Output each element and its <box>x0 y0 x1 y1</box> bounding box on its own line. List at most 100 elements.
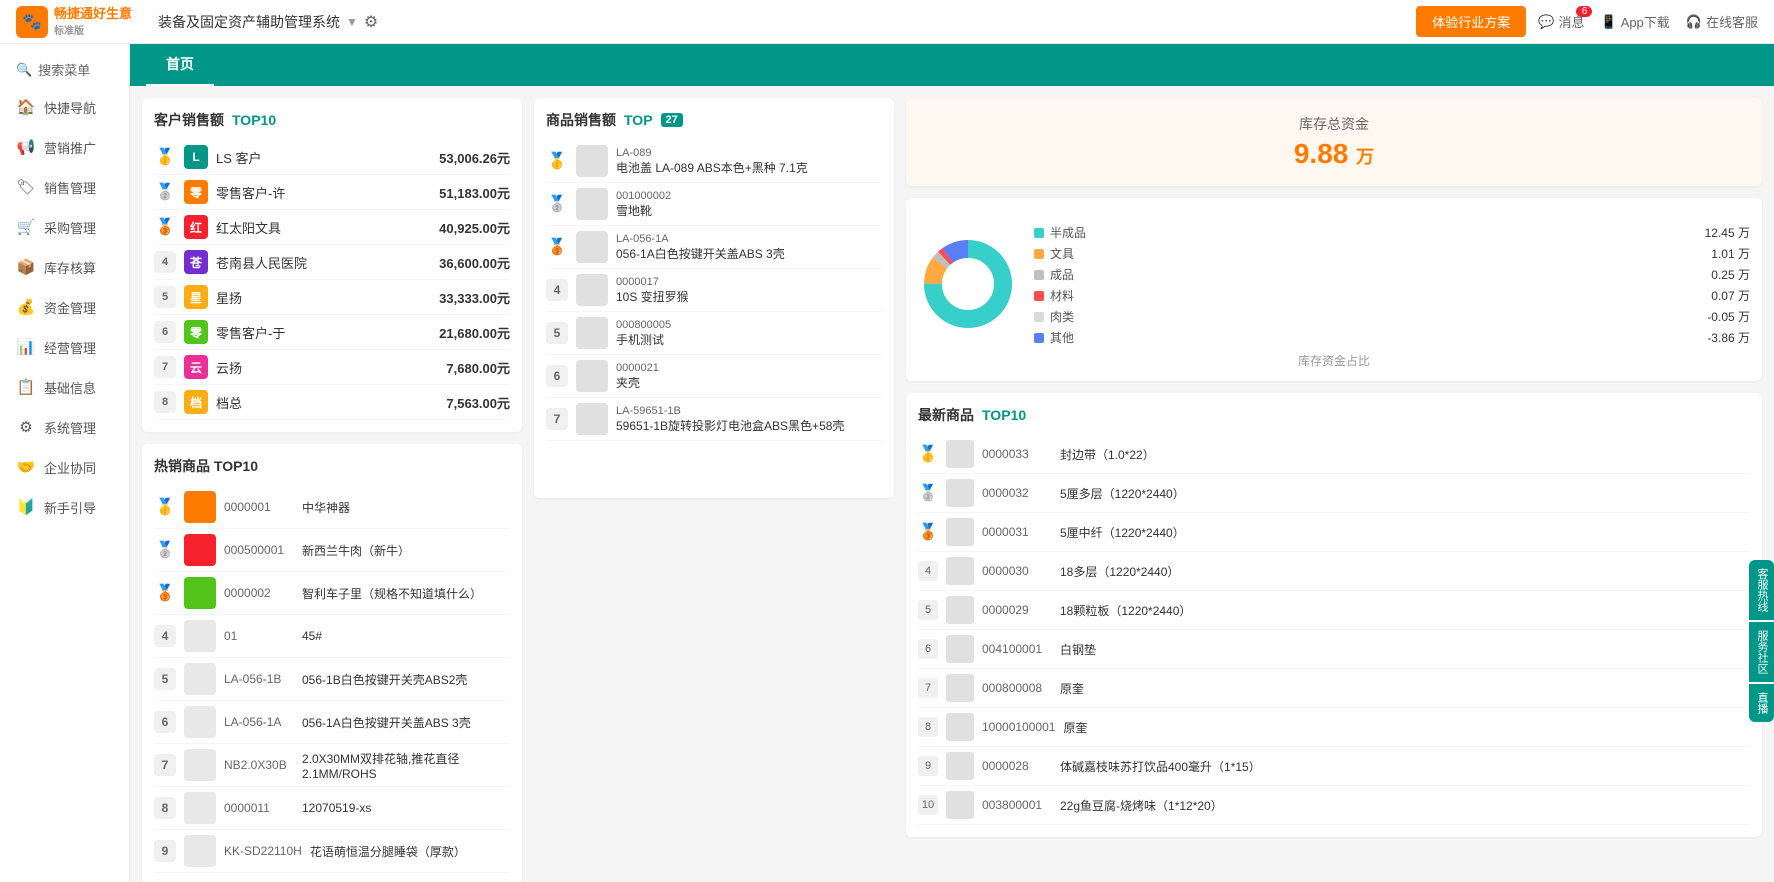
right-column: 库存总资金 9.88 万 <box>906 98 1762 870</box>
sidebar-item-operation[interactable]: 📊 经营管理 <box>0 327 129 367</box>
trial-button[interactable]: 体验行业方案 <box>1416 6 1526 37</box>
customer-value-4: 36,600.00元 <box>439 253 510 272</box>
product-rank-highlight: TOP <box>624 112 653 128</box>
legend-item: 肉类 -0.05 万 <box>1034 306 1750 327</box>
legend-name-2: 文具 <box>1050 245 1705 262</box>
hot-products-title: 热销商品 TOP10 <box>154 456 510 476</box>
hot-product-name-9: 花语萌恒温分腿睡袋（厚款） <box>310 843 510 860</box>
operation-icon: 📊 <box>16 337 36 357</box>
product-code-5: 000800005 <box>616 319 882 331</box>
message-action[interactable]: 💬 消息 6 <box>1538 12 1584 31</box>
customer-name-2: 零售客户-许 <box>216 183 431 202</box>
hot-product-item: 6 LA-056-1A 056-1A白色按键开关盖ABS 3壳 <box>154 701 510 744</box>
content-area: 首页 客户销售额 TOP10 🥇 L LS 客户 <box>130 44 1774 882</box>
nav-tabs: 首页 <box>130 44 1774 86</box>
customer-rank-item: 8 档 档总 7,563.00元 <box>154 385 510 420</box>
sidebar-label-system: 系统管理 <box>44 418 96 437</box>
float-buttons: 客服热线 服务社区 直播 <box>1749 560 1774 722</box>
sidebar-item-basic[interactable]: 📋 基础信息 <box>0 367 129 407</box>
sidebar-item-system[interactable]: ⚙ 系统管理 <box>0 407 129 447</box>
new-medal-1: 🥇 <box>918 444 938 464</box>
product-name-1: 电池盖 LA-089 ABS本色+黑种 7.1克 <box>616 159 882 176</box>
system-selector[interactable]: 装备及固定资产辅助管理系统 ▼ ⚙ <box>158 12 1404 32</box>
hot-products-list: 🥇 0000001 中华神器 🥈 000500001 新西兰牛肉（新牛） <box>154 486 510 873</box>
inventory-value: 9.88 万 <box>922 138 1746 170</box>
sidebar-item-marketing[interactable]: 📢 营销推广 <box>0 127 129 167</box>
legend-item: 其他 -3.86 万 <box>1034 327 1750 348</box>
new-product-code-9: 0000028 <box>982 759 1052 773</box>
product-medal-1: 🥇 <box>546 151 568 171</box>
sidebar-item-quick-nav[interactable]: 🏠 快捷导航 <box>0 87 129 127</box>
app-label: App下载 <box>1621 12 1670 31</box>
settings-icon[interactable]: ⚙ <box>364 12 378 32</box>
search-menu[interactable]: 🔍 搜索菜单 <box>0 52 129 87</box>
hot-product-img-5 <box>184 663 216 695</box>
new-product-name-6: 白钢垫 <box>1060 641 1750 658</box>
legend-dot-3 <box>1034 270 1044 280</box>
customer-rank-title: 客户销售额 TOP10 <box>154 110 510 130</box>
float-btn-live[interactable]: 直播 <box>1749 684 1774 722</box>
sidebar-item-cooperation[interactable]: 🤝 企业协同 <box>0 447 129 487</box>
inventory-label: 库存总资金 <box>922 114 1746 134</box>
rank-num-5: 5 <box>154 286 176 308</box>
sidebar-label-quick-nav: 快捷导航 <box>44 98 96 117</box>
customer-value-2: 51,183.00元 <box>439 183 510 202</box>
customer-value-7: 7,680.00元 <box>446 358 510 377</box>
sidebar-label-sales: 销售管理 <box>44 178 96 197</box>
service-action[interactable]: 🎧 在线客服 <box>1686 12 1758 31</box>
sidebar-item-guide[interactable]: 🔰 新手引导 <box>0 487 129 527</box>
legend-val-1: 12.45 万 <box>1705 224 1750 241</box>
inventory-card: 库存总资金 9.88 万 <box>906 98 1762 186</box>
new-num-8: 8 <box>918 717 938 737</box>
logo-sub: 标准版 <box>54 22 132 37</box>
product-rank-item: 7 LA-59651-1B 59651-1B旋转投影灯电池盒ABS黑色+58壳 <box>546 398 882 441</box>
product-img-2 <box>576 188 608 220</box>
hot-product-item: 4 01 45# <box>154 615 510 658</box>
legend-item: 成品 0.25 万 <box>1034 264 1750 285</box>
hot-product-name-7: 2.0X30MM双排花轴,推花直径2.1MM/ROHS <box>302 750 510 781</box>
guide-icon: 🔰 <box>16 497 36 517</box>
tab-home[interactable]: 首页 <box>146 44 214 86</box>
legend-val-2: 1.01 万 <box>1711 245 1750 262</box>
sidebar-item-purchase[interactable]: 🛒 采购管理 <box>0 207 129 247</box>
sidebar-item-finance[interactable]: 💰 资金管理 <box>0 287 129 327</box>
topbar: 🐾 畅捷通好生意 标准版 装备及固定资产辅助管理系统 ▼ ⚙ 体验行业方案 💬 … <box>0 0 1774 44</box>
hot-product-code-4: 01 <box>224 629 294 643</box>
sidebar-item-inventory[interactable]: 📦 库存核算 <box>0 247 129 287</box>
product-name-4: 10S 变扭罗猴 <box>616 288 882 305</box>
hot-product-code-1: 0000001 <box>224 500 294 514</box>
hot-rank-num-6: 6 <box>154 711 176 733</box>
sidebar-label-guide: 新手引导 <box>44 498 96 517</box>
customer-rank-item: 5 星 星扬 33,333.00元 <box>154 280 510 315</box>
product-img-7 <box>576 403 608 435</box>
customer-rank-list: 🥇 L LS 客户 53,006.26元 🥈 零 零售客户-许 51,183.0… <box>154 140 510 420</box>
app-download-action[interactable]: 📱 App下载 <box>1600 12 1669 31</box>
new-product-code-6: 004100001 <box>982 642 1052 656</box>
hot-product-img-8 <box>184 792 216 824</box>
legend-item: 材料 0.07 万 <box>1034 285 1750 306</box>
hot-product-item: 🥉 0000002 智利车子里（规格不知道填什么） <box>154 572 510 615</box>
new-product-item: 🥇 0000033 封边带（1.0*22） <box>918 435 1750 474</box>
hot-rank-num-8: 8 <box>154 797 176 819</box>
product-num-6: 6 <box>546 365 568 387</box>
float-btn-community[interactable]: 服务社区 <box>1749 622 1774 682</box>
hot-product-item: 8 0000011 12070519-xs <box>154 787 510 830</box>
new-product-code-1: 0000033 <box>982 447 1052 461</box>
product-name-5: 手机测试 <box>616 331 882 348</box>
customer-rank-highlight: TOP10 <box>232 112 276 128</box>
new-product-item: 10 003800001 22g鱼豆腐-烧烤味（1*12*20） <box>918 786 1750 825</box>
hot-product-img-7 <box>184 749 216 781</box>
new-product-name-2: 5厘多层（1220*2440） <box>1060 485 1750 502</box>
hot-rank-num-9: 9 <box>154 840 176 862</box>
float-btn-service[interactable]: 客服热线 <box>1749 560 1774 620</box>
new-product-img-10 <box>946 791 974 819</box>
basic-icon: 📋 <box>16 377 36 397</box>
system-name: 装备及固定资产辅助管理系统 <box>158 12 340 32</box>
customer-name-7: 云扬 <box>216 358 438 377</box>
sidebar-item-sales[interactable]: 🏷 销售管理 <box>0 167 129 207</box>
sidebar-label-cooperation: 企业协同 <box>44 458 96 477</box>
new-num-9: 9 <box>918 756 938 776</box>
new-products-list: 🥇 0000033 封边带（1.0*22） 🥈 0000032 5厘多层（122… <box>918 435 1750 825</box>
product-medal-2: 🥈 <box>546 194 568 214</box>
hot-product-name-5: 056-1B白色按键开关壳ABS2壳 <box>302 671 510 688</box>
